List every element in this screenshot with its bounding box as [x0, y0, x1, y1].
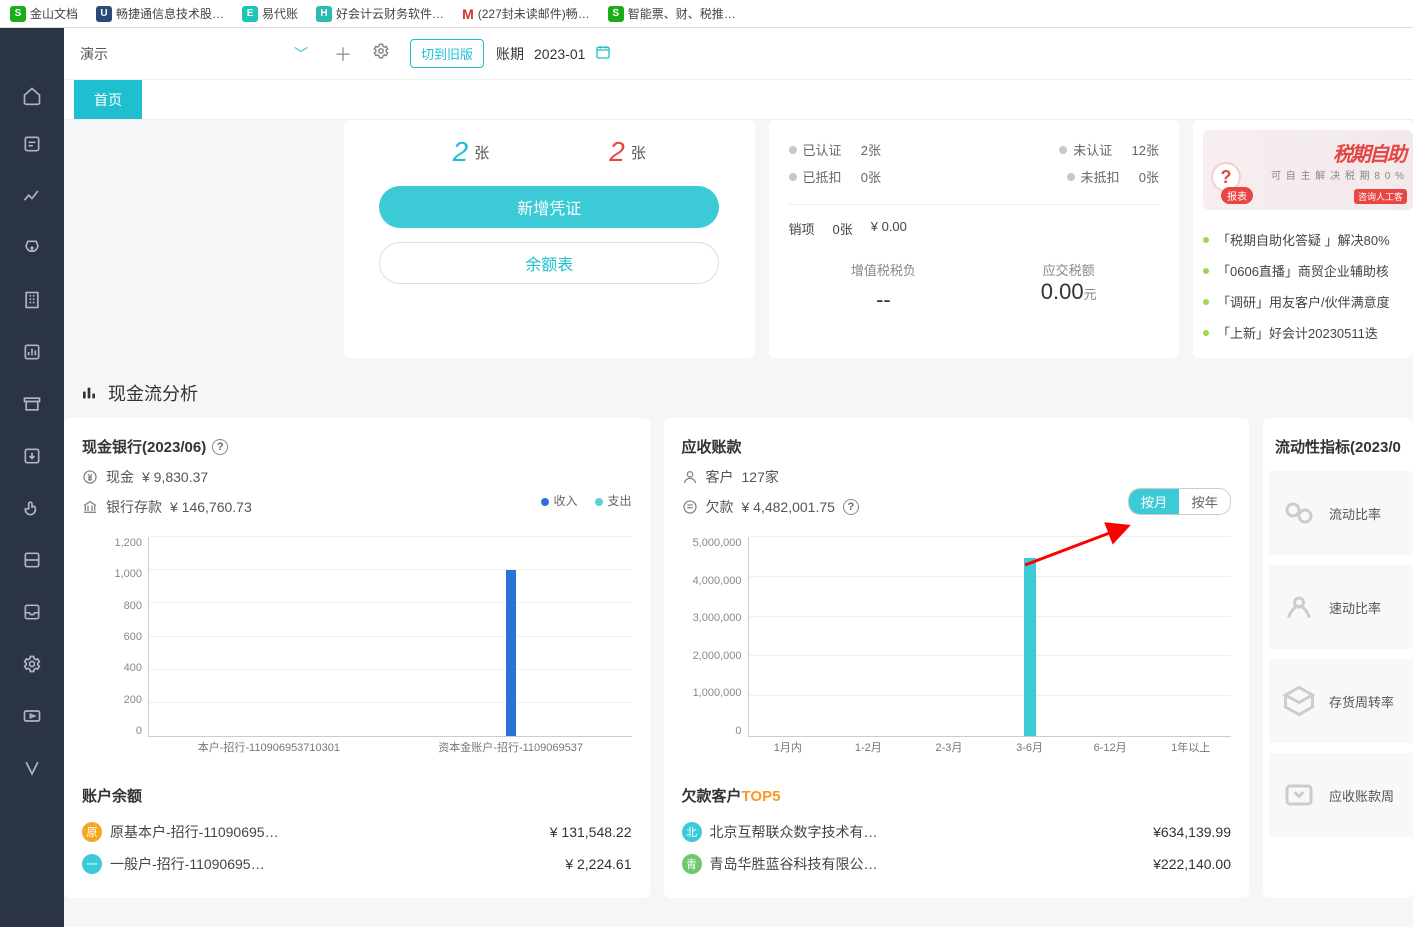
nav-video-icon[interactable]	[20, 704, 44, 728]
liquidity-tile[interactable]: 流动比率	[1269, 471, 1413, 555]
nav-settings-icon[interactable]	[20, 652, 44, 676]
app-bar: 专业版 演示 ﹀ ＋ 切到旧版 账期 2023-01	[0, 28, 1413, 80]
cash-bank-title: 现金银行(2023/06) ?	[82, 436, 252, 457]
bank-icon	[82, 499, 98, 515]
news-item[interactable]: 「0606直播」商贸企业辅助核	[1203, 255, 1413, 286]
bookmark[interactable]: M(227封未读邮件)畅…	[462, 5, 590, 22]
main: 2张 2张 新增凭证 余额表 已认证 2张 未认证 12张 已抵扣 0张 未抵扣…	[64, 120, 1413, 927]
bookmark[interactable]: U畅捷通信息技术股…	[96, 5, 224, 22]
switch-old-button[interactable]: 切到旧版	[410, 39, 484, 68]
liquidity-card: 流动性指标(2023/0 流动比率速动比率存货周转率应收账款周	[1263, 418, 1413, 898]
nav-hand-icon[interactable]	[20, 496, 44, 520]
add-icon[interactable]: ＋	[334, 41, 352, 67]
help-icon[interactable]: ?	[212, 439, 228, 455]
calendar-icon[interactable]	[595, 44, 611, 63]
toggle-month[interactable]: 按月	[1129, 489, 1180, 514]
liquidity-tile[interactable]: 应收账款周	[1269, 753, 1413, 837]
section-cashflow-title: 现金流分析	[64, 358, 1413, 418]
nav-money-icon[interactable]	[20, 236, 44, 260]
news-card: 税期自助 可 自 主 解 决 税 期 8 0 % ? 报表 咨询人工客 「税期自…	[1193, 120, 1413, 358]
tax-payable: 应交税额 0.00元	[1041, 260, 1097, 313]
receivable-chart: 5,000,0004,000,0003,000,0002,000,0001,00…	[682, 537, 1232, 767]
nav-inbox-icon[interactable]	[20, 600, 44, 624]
bar-chart-icon	[80, 385, 98, 401]
period-value[interactable]: 2023-01	[534, 46, 585, 62]
liquidity-title: 流动性指标(2023/0	[1269, 436, 1413, 457]
bookmark[interactable]: S金山文档	[10, 5, 78, 22]
nav-v-icon[interactable]	[20, 756, 44, 780]
top5-title: 欠款客户TOP5	[682, 785, 1232, 806]
nav-archive-icon[interactable]	[20, 392, 44, 416]
news-list: 「税期自助化答疑 」解决80% 「0606直播」商贸企业辅助核 「调研」用友客户…	[1203, 224, 1413, 348]
cash-bank-chart: 1,2001,0008006004002000 本户-招行-1109069537…	[82, 537, 632, 767]
sales-row: 销项 0张 ¥ 0.00	[789, 219, 1160, 238]
debt-icon	[682, 499, 698, 515]
chevron-down-icon: ﹀	[294, 44, 308, 64]
news-item[interactable]: 「税期自助化答疑 」解决80%	[1203, 224, 1413, 255]
nav-building-icon[interactable]	[20, 288, 44, 312]
user-icon	[682, 469, 698, 485]
voucher-count-2: 2张	[609, 136, 646, 168]
invoice-card: 已认证 2张 未认证 12张 已抵扣 0张 未抵扣 0张 销项 0张 ¥ 0.0…	[769, 120, 1180, 358]
browser-bookmarks-bar: S金山文档 U畅捷通信息技术股… E易代账 H好会计云财务软件… M(227封未…	[0, 0, 1413, 28]
balance-sheet-button[interactable]: 余额表	[379, 242, 719, 284]
period-toggle: 按月 按年	[1128, 488, 1231, 515]
yen-icon	[82, 469, 98, 485]
help-icon[interactable]: ?	[843, 499, 859, 515]
receivable-title: 应收账款	[682, 436, 859, 457]
account-row[interactable]: 一一般户-招行-11090695…¥ 2,224.61	[82, 848, 632, 880]
nav-voucher-icon[interactable]	[20, 132, 44, 156]
nav-scan-icon[interactable]	[20, 548, 44, 572]
bookmark[interactable]: H好会计云财务软件…	[316, 5, 444, 22]
top5-row[interactable]: 青青岛华胜蓝谷科技有限公…¥222,140.00	[682, 848, 1232, 880]
cs-button[interactable]: 咨询人工客	[1354, 189, 1407, 204]
liquidity-tile[interactable]: 速动比率	[1269, 565, 1413, 649]
cash-bank-card: 现金银行(2023/06) ? 现金 ¥ 9,830.37 银行存款 ¥ 146…	[64, 418, 650, 898]
bank-row: 银行存款 ¥ 146,760.73	[82, 497, 252, 517]
new-voucher-button[interactable]: 新增凭证	[379, 186, 719, 228]
news-item[interactable]: 「上新」好会计20230511迭	[1203, 317, 1413, 348]
top5-row[interactable]: 北北京互帮联众数字技术有…¥634,139.99	[682, 816, 1232, 848]
vat-burden: 增值税税负 --	[851, 260, 916, 313]
tabs-row: 首页	[64, 80, 1413, 120]
left-nav	[0, 28, 64, 927]
news-item[interactable]: 「调研」用友客户/伙伴满意度	[1203, 286, 1413, 317]
nav-report-icon[interactable]	[20, 340, 44, 364]
voucher-count-1: 2张	[453, 136, 490, 168]
toggle-year[interactable]: 按年	[1179, 489, 1230, 514]
customers-row: 客户 127家	[682, 467, 859, 487]
bookmark[interactable]: E易代账	[242, 5, 298, 22]
nav-home-icon[interactable]	[20, 80, 44, 104]
chart-legend: 收入 支出	[541, 492, 631, 509]
annotation-arrow	[1020, 520, 1140, 570]
liquidity-tile[interactable]: 存货周转率	[1269, 659, 1413, 743]
account-row[interactable]: 原原基本户-招行-11090695…¥ 131,548.22	[82, 816, 632, 848]
tab-home[interactable]: 首页	[74, 80, 142, 119]
account-balance-title: 账户余额	[82, 785, 632, 806]
voucher-card: 2张 2张 新增凭证 余额表	[344, 120, 755, 358]
promo-badge: 报表	[1221, 187, 1253, 204]
org-selector[interactable]: 演示 ﹀	[64, 44, 324, 64]
promo-banner[interactable]: 税期自助 可 自 主 解 决 税 期 8 0 % ? 报表 咨询人工客	[1203, 130, 1413, 210]
bookmark[interactable]: S智能票、财、税推…	[608, 5, 736, 22]
org-name: 演示	[80, 44, 108, 64]
owed-row: 欠款 ¥ 4,482,001.75 ?	[682, 497, 859, 517]
receivable-card: 应收账款 客户 127家 欠款 ¥ 4,482,001.75 ? 按月	[664, 418, 1250, 898]
cash-row: 现金 ¥ 9,830.37	[82, 467, 252, 487]
nav-download-icon[interactable]	[20, 444, 44, 468]
gear-icon[interactable]	[372, 42, 390, 65]
period-label: 账期	[496, 44, 524, 64]
nav-chart-icon[interactable]	[20, 184, 44, 208]
